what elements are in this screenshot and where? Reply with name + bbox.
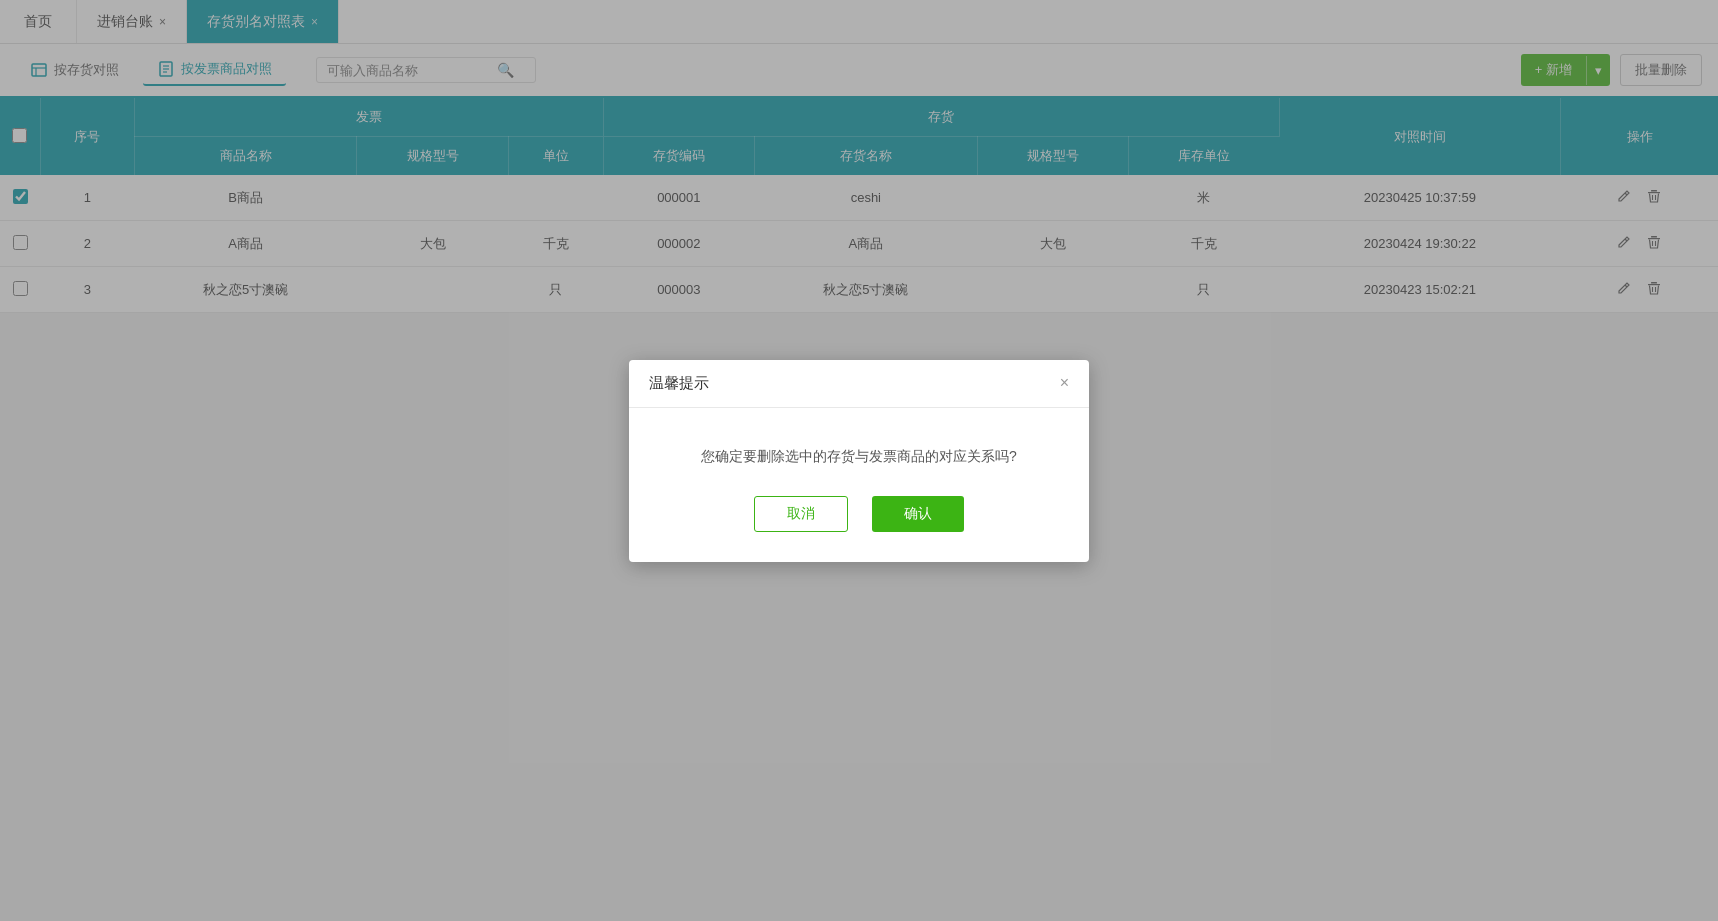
modal-overlay: 温馨提示 × 您确定要删除选中的存货与发票商品的对应关系吗? 取消 确认: [0, 0, 1718, 313]
